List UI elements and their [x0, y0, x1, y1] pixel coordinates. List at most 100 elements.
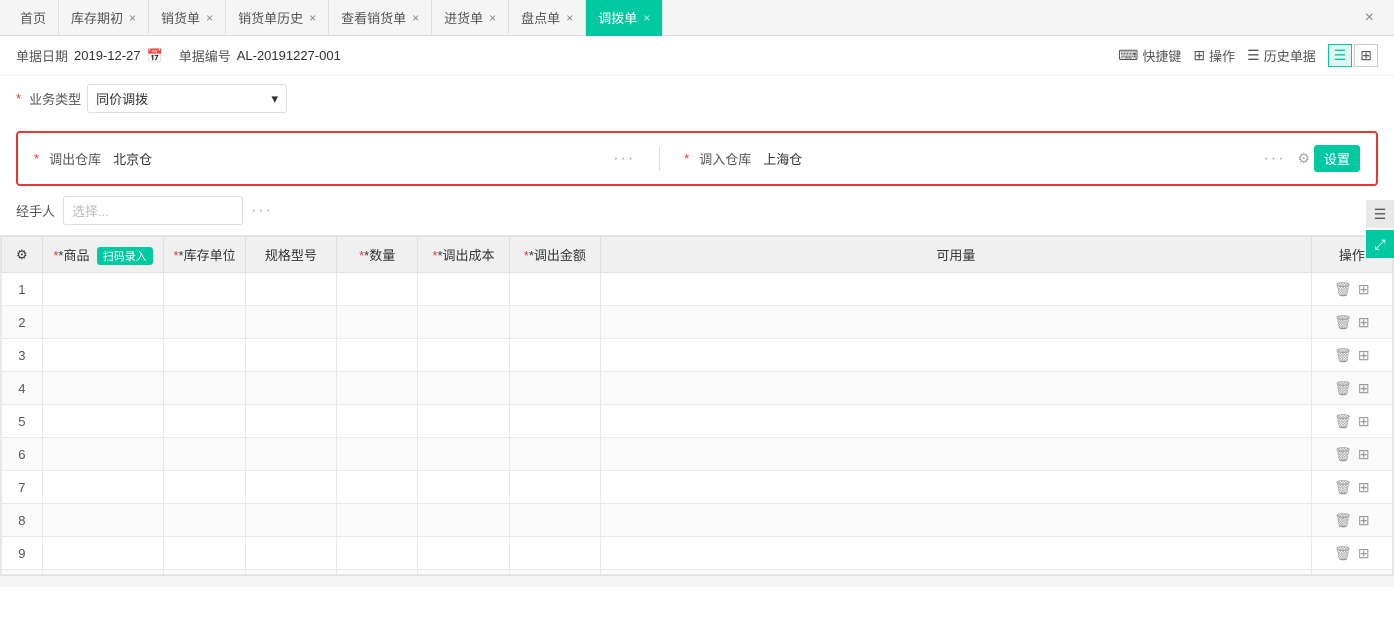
copy-row-icon[interactable]: ⊞: [1358, 281, 1370, 298]
layout-btn-grid[interactable]: ⊞: [1354, 44, 1378, 67]
delete-row-icon[interactable]: 🗑: [1334, 413, 1352, 430]
row-product-cell[interactable]: [42, 405, 164, 438]
row-spec-cell[interactable]: [245, 471, 336, 504]
row-amount-cell[interactable]: [509, 471, 600, 504]
tab-purchase-order[interactable]: 进货单 ×: [432, 0, 509, 36]
row-cost-cell[interactable]: [418, 405, 509, 438]
row-product-cell[interactable]: [42, 273, 164, 306]
row-unit-cell[interactable]: [164, 339, 245, 372]
row-unit-cell[interactable]: [164, 438, 245, 471]
row-qty-cell[interactable]: [337, 438, 418, 471]
calendar-icon[interactable]: 📅: [147, 48, 163, 64]
copy-row-icon[interactable]: ⊞: [1358, 512, 1370, 529]
row-spec-cell[interactable]: [245, 438, 336, 471]
row-unit-cell[interactable]: [164, 471, 245, 504]
delete-row-icon[interactable]: 🗑: [1334, 314, 1352, 331]
row-cost-cell[interactable]: [418, 438, 509, 471]
copy-row-icon[interactable]: ⊞: [1358, 314, 1370, 331]
bottom-scrollbar[interactable]: [0, 575, 1394, 587]
copy-row-icon[interactable]: ⊞: [1358, 347, 1370, 364]
row-qty-cell[interactable]: [337, 339, 418, 372]
delete-row-icon[interactable]: 🗑: [1334, 512, 1352, 529]
out-warehouse-more[interactable]: ···: [613, 150, 635, 168]
row-qty-cell[interactable]: [337, 306, 418, 339]
row-qty-cell[interactable]: [337, 273, 418, 306]
row-spec-cell[interactable]: [245, 339, 336, 372]
business-type-dropdown[interactable]: 同价调拨 ▾: [87, 84, 287, 113]
copy-row-icon[interactable]: ⊞: [1358, 446, 1370, 463]
history-action[interactable]: ☰ 历史单据: [1247, 46, 1316, 65]
row-unit-cell[interactable]: [164, 405, 245, 438]
row-spec-cell[interactable]: [245, 537, 336, 570]
tab-sales-order[interactable]: 销货单 ×: [149, 0, 226, 36]
row-cost-cell[interactable]: [418, 372, 509, 405]
row-amount-cell[interactable]: [509, 306, 600, 339]
in-warehouse-value[interactable]: 上海仓: [763, 149, 802, 168]
in-warehouse-more[interactable]: ···: [1263, 150, 1285, 168]
row-unit-cell[interactable]: [164, 273, 245, 306]
row-spec-cell[interactable]: [245, 306, 336, 339]
row-unit-cell[interactable]: [164, 372, 245, 405]
tab-inventory[interactable]: 盘点单 ×: [509, 0, 586, 36]
row-cost-cell[interactable]: [418, 471, 509, 504]
row-cost-cell[interactable]: [418, 273, 509, 306]
row-qty-cell[interactable]: [337, 405, 418, 438]
row-spec-cell[interactable]: [245, 504, 336, 537]
row-product-cell[interactable]: [42, 438, 164, 471]
layout-btn-list[interactable]: ☰: [1328, 44, 1353, 67]
row-spec-cell[interactable]: [245, 372, 336, 405]
agent-input[interactable]: 选择...: [63, 196, 243, 225]
delete-row-icon[interactable]: 🗑: [1334, 479, 1352, 496]
row-unit-cell[interactable]: [164, 306, 245, 339]
close-transfer[interactable]: ×: [643, 11, 650, 25]
date-value[interactable]: 2019-12-27: [74, 48, 141, 63]
close-sales-history[interactable]: ×: [309, 11, 316, 25]
row-qty-cell[interactable]: [337, 372, 418, 405]
delete-row-icon[interactable]: 🗑: [1334, 281, 1352, 298]
settings-gear-icon[interactable]: ⚙: [1297, 150, 1310, 167]
row-cost-cell[interactable]: [418, 306, 509, 339]
row-product-cell[interactable]: [42, 372, 164, 405]
row-amount-cell[interactable]: [509, 405, 600, 438]
copy-row-icon[interactable]: ⊞: [1358, 413, 1370, 430]
row-cost-cell[interactable]: [418, 537, 509, 570]
float-note-button[interactable]: ☰: [1366, 200, 1394, 228]
row-unit-cell[interactable]: [164, 537, 245, 570]
close-inventory[interactable]: ×: [566, 11, 573, 25]
tab-transfer[interactable]: 调拨单 ×: [586, 0, 663, 36]
row-product-cell[interactable]: [42, 339, 164, 372]
row-qty-cell[interactable]: [337, 504, 418, 537]
row-amount-cell[interactable]: [509, 339, 600, 372]
row-product-cell[interactable]: [42, 504, 164, 537]
row-amount-cell[interactable]: [509, 504, 600, 537]
out-warehouse-value[interactable]: 北京仓: [113, 149, 152, 168]
tab-sales-history[interactable]: 销货单历史 ×: [226, 0, 329, 36]
close-purchase-order[interactable]: ×: [489, 11, 496, 25]
row-qty-cell[interactable]: [337, 471, 418, 504]
delete-row-icon[interactable]: 🗑: [1334, 380, 1352, 397]
copy-row-icon[interactable]: ⊞: [1358, 545, 1370, 562]
tab-stock-init[interactable]: 库存期初 ×: [59, 0, 149, 36]
close-view-sales[interactable]: ×: [412, 11, 419, 25]
shortcuts-action[interactable]: ⌨ 快捷键: [1118, 46, 1181, 65]
close-stock-init[interactable]: ×: [129, 11, 136, 25]
row-cost-cell[interactable]: [418, 504, 509, 537]
row-amount-cell[interactable]: [509, 273, 600, 306]
row-product-cell[interactable]: [42, 471, 164, 504]
delete-row-icon[interactable]: 🗑: [1334, 446, 1352, 463]
delete-row-icon[interactable]: 🗑: [1334, 347, 1352, 364]
delete-row-icon[interactable]: 🗑: [1334, 545, 1352, 562]
row-qty-cell[interactable]: [337, 537, 418, 570]
row-spec-cell[interactable]: [245, 273, 336, 306]
agent-more[interactable]: ···: [251, 202, 273, 220]
row-unit-cell[interactable]: [164, 504, 245, 537]
th-settings[interactable]: ⚙: [2, 237, 43, 273]
table-settings-icon[interactable]: ⚙: [16, 247, 28, 262]
copy-row-icon[interactable]: ⊞: [1358, 380, 1370, 397]
row-product-cell[interactable]: [42, 306, 164, 339]
row-amount-cell[interactable]: [509, 438, 600, 471]
setting-button[interactable]: 设置: [1314, 145, 1360, 172]
copy-row-icon[interactable]: ⊞: [1358, 479, 1370, 496]
close-sales-order[interactable]: ×: [206, 11, 213, 25]
row-cost-cell[interactable]: [418, 339, 509, 372]
